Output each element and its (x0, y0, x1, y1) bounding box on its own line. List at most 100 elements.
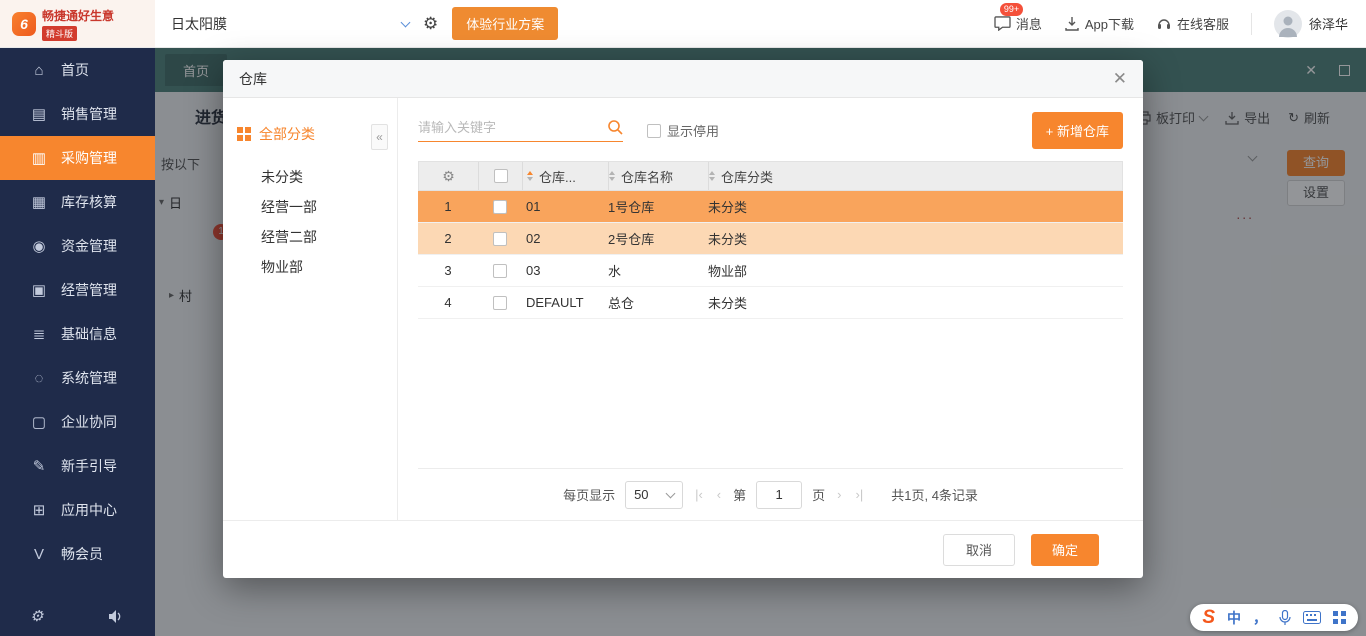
company-selector[interactable]: 日太阳膜 (171, 14, 411, 34)
grid-icon (237, 127, 251, 141)
cancel-button[interactable]: 取消 (943, 533, 1015, 566)
warehouse-category: 物业部 (708, 264, 748, 279)
online-service-label: 在线客服 (1176, 17, 1229, 32)
category-label: 物业部 (261, 259, 303, 275)
table-row[interactable]: 1 01 1号仓库 未分类 (418, 191, 1123, 223)
sidebar-item-inventory[interactable]: ▦ 库存核算 (0, 180, 155, 224)
sidebar-item-sales[interactable]: ▤ 销售管理 (0, 92, 155, 136)
category-item[interactable]: 物业部 (237, 252, 397, 282)
close-icon[interactable]: ✕ (1113, 69, 1127, 89)
search-input[interactable] (418, 119, 601, 135)
app-logo: 6 畅捷通好生意 精斗版 (0, 0, 155, 47)
row-checkbox[interactable] (493, 295, 507, 310)
topbar-divider (1250, 12, 1252, 35)
topbar: 6 畅捷通好生意 精斗版 日太阳膜 ⚙ 体验行业方案 99+ 消息 App下载 … (0, 0, 1366, 48)
first-page-icon[interactable]: |‹ (693, 487, 705, 502)
select-all-checkbox[interactable] (493, 169, 508, 183)
search-box (418, 119, 623, 142)
sidebar-item-label: 销售管理 (61, 106, 117, 122)
warehouse-name: 总仓 (608, 296, 635, 311)
logo-icon: 6 (12, 11, 36, 36)
dialog-footer: 取消 确定 (223, 520, 1143, 578)
per-page-select[interactable]: 50 (625, 480, 684, 509)
pagination-bar: 每页显示 50 |‹ ‹ 第 页 › ›| 共1页, 4条记录 (418, 468, 1123, 520)
sidebar-item-membership[interactable]: V 畅会员 (0, 532, 155, 576)
sidebar-item-base-info[interactable]: ≣ 基础信息 (0, 312, 155, 356)
category-item[interactable]: 未分类 (237, 162, 397, 192)
grid-menu-icon[interactable] (1333, 611, 1346, 624)
messages-label: 消息 (1015, 17, 1042, 32)
app-download-button[interactable]: App下载 (1064, 14, 1134, 33)
sidebar-item-operations[interactable]: ▣ 经营管理 (0, 268, 155, 312)
category-panel: 全部分类 « 未分类 经营一部 经营二部 物业部 (223, 98, 398, 520)
column-header-name[interactable]: 仓库名称 (609, 162, 709, 190)
sidebar-item-label: 畅会员 (61, 546, 103, 562)
page-number-input[interactable] (756, 480, 803, 509)
category-item[interactable]: 经营二部 (237, 222, 397, 252)
microphone-icon[interactable] (1279, 609, 1291, 626)
company-name: 日太阳膜 (171, 15, 227, 32)
sidebar-item-label: 新手引导 (61, 458, 117, 474)
category-all-label: 全部分类 (259, 126, 315, 142)
add-warehouse-button[interactable]: + 新增仓库 (1031, 112, 1123, 149)
keyboard-icon[interactable] (1303, 611, 1321, 624)
column-header-label: 仓库... (539, 169, 576, 185)
sidebar-item-funds[interactable]: ◉ 资金管理 (0, 224, 155, 268)
show-disabled-checkbox[interactable] (647, 123, 661, 138)
search-icon[interactable] (607, 119, 623, 135)
trial-plan-button[interactable]: 体验行业方案 (452, 7, 559, 40)
sidebar-item-purchase[interactable]: ▥ 采购管理 (0, 136, 155, 180)
gear-icon[interactable]: ⚙ (30, 607, 43, 625)
collapse-panel-button[interactable]: « (371, 124, 388, 150)
category-item[interactable]: 经营一部 (237, 192, 397, 222)
sidebar-item-app-center[interactable]: ⊞ 应用中心 (0, 488, 155, 532)
sort-icons[interactable] (709, 171, 715, 181)
announcement-icon[interactable] (108, 609, 125, 624)
membership-icon: V (33, 545, 44, 563)
warehouse-table: ⚙ 仓库... 仓库名称 仓库分类 1 01 1号仓库 未分类 2 02 2号仓… (418, 161, 1123, 319)
warehouse-name: 水 (608, 264, 622, 279)
sort-icons[interactable] (609, 171, 615, 181)
sidebar-item-collaboration[interactable]: ▢ 企业协同 (0, 400, 155, 444)
dialog-title: 仓库 (239, 70, 267, 87)
warehouse-name: 2号仓库 (608, 232, 655, 247)
table-row[interactable]: 4 DEFAULT 总仓 未分类 (418, 287, 1123, 319)
ime-language-toggle[interactable]: 中 (1227, 608, 1241, 628)
next-page-icon[interactable]: › (835, 487, 843, 502)
row-checkbox[interactable] (493, 199, 507, 214)
logo-edition-badge: 精斗版 (42, 25, 78, 41)
sidebar-footer: ⚙ (0, 596, 155, 636)
sidebar-item-guide[interactable]: ✎ 新手引导 (0, 444, 155, 488)
row-checkbox[interactable] (493, 231, 507, 246)
sogou-logo-icon[interactable]: S (1202, 607, 1215, 629)
column-settings-gear-icon[interactable]: ⚙ (442, 168, 455, 185)
ime-punctuation-toggle[interactable]: ， (1253, 608, 1267, 628)
column-header-code[interactable]: 仓库... (523, 162, 609, 190)
settings-gear-icon[interactable]: ⚙ (423, 14, 438, 34)
table-row[interactable]: 3 03 水 物业部 (418, 255, 1123, 287)
sidebar-item-label: 资金管理 (61, 238, 117, 254)
table-row[interactable]: 2 02 2号仓库 未分类 (418, 223, 1123, 255)
online-service-button[interactable]: 在线客服 (1156, 14, 1229, 33)
warehouse-code: DEFAULT (526, 295, 584, 310)
prev-page-icon[interactable]: ‹ (715, 487, 723, 502)
sidebar-item-label: 系统管理 (61, 370, 117, 386)
confirm-button[interactable]: 确定 (1031, 533, 1099, 566)
warehouse-code: 03 (526, 263, 541, 278)
messages-button[interactable]: 99+ 消息 (994, 3, 1042, 33)
row-checkbox[interactable] (493, 263, 507, 278)
dialog-header: 仓库 ✕ (223, 60, 1143, 98)
pagination-summary: 共1页, 4条记录 (891, 488, 978, 503)
chat-icon (994, 16, 1011, 31)
sort-icons[interactable] (527, 171, 533, 181)
column-header-category[interactable]: 仓库分类 (709, 162, 1122, 190)
sidebar-item-system[interactable]: ◌ 系统管理 (0, 356, 155, 400)
system-icon: ◌ (34, 369, 44, 387)
sidebar-item-label: 经营管理 (61, 282, 117, 298)
sidebar-item-home[interactable]: ⌂ 首页 (0, 48, 155, 92)
last-page-icon[interactable]: ›| (854, 487, 866, 502)
sidebar-item-label: 应用中心 (61, 502, 117, 518)
show-disabled-toggle[interactable]: 显示停用 (647, 121, 719, 140)
category-list: 未分类 经营一部 经营二部 物业部 (237, 162, 397, 282)
user-menu[interactable]: 徐泽华 (1273, 9, 1348, 38)
